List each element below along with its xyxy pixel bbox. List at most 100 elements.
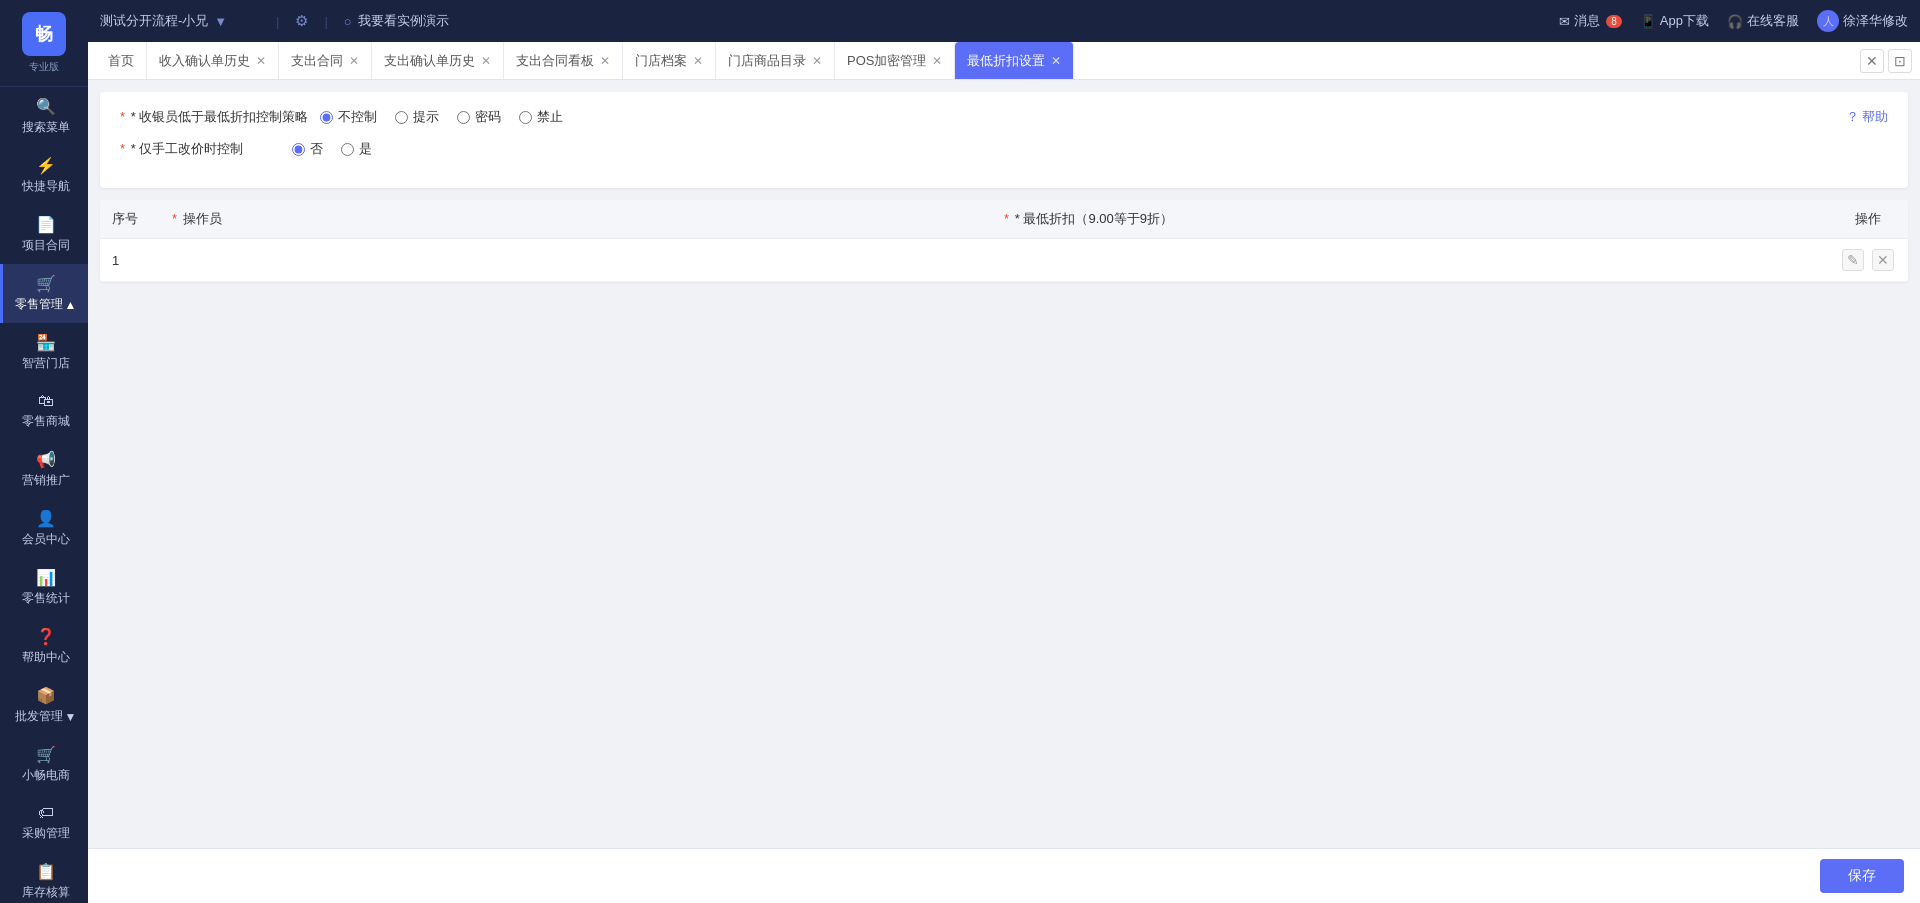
tab-close-all-button[interactable]: ✕ xyxy=(1860,49,1884,73)
radio-no-input[interactable] xyxy=(292,143,305,156)
tabbar-end: ✕ ⊡ xyxy=(1852,49,1912,73)
help-icon: ❓ xyxy=(7,627,84,646)
tab-payout-confirm-close[interactable]: ✕ xyxy=(481,55,491,67)
sidebar-item-inventory-label: 库存核算 xyxy=(7,884,84,901)
chevron-down-icon: ▼ xyxy=(65,710,77,724)
tab-payout-board-close[interactable]: ✕ xyxy=(600,55,610,67)
radio-password[interactable]: 密码 xyxy=(457,108,501,126)
save-button[interactable]: 保存 xyxy=(1820,859,1904,893)
sidebar-item-inventory[interactable]: 📋 库存核算 xyxy=(0,852,88,903)
tab-payout-close[interactable]: ✕ xyxy=(349,55,359,67)
chevron-down-icon: ▼ xyxy=(214,14,227,29)
col-discount-header: * * 最低折扣（9.00等于9折） xyxy=(992,200,1828,239)
discount-strategy-row: * * 收银员低于最低折扣控制策略 不控制 提示 xyxy=(120,108,1846,126)
radio-tip-label: 提示 xyxy=(413,108,439,126)
message-action[interactable]: ✉ 消息 8 xyxy=(1559,12,1622,30)
discount-strategy-options: 不控制 提示 密码 禁 xyxy=(320,108,563,126)
sidebar-item-wholesale[interactable]: 📦 批发管理 ▼ xyxy=(0,676,88,735)
app-download-action[interactable]: 📱 App下载 xyxy=(1640,12,1709,30)
tab-store-file-close[interactable]: ✕ xyxy=(693,55,703,67)
tab-store-product-close[interactable]: ✕ xyxy=(812,55,822,67)
project-icon: 📄 xyxy=(7,215,84,234)
sidebar-item-shortcut[interactable]: ⚡ 快捷导航 xyxy=(0,146,88,205)
sidebar-item-ecommerce[interactable]: 🛒 小畅电商 xyxy=(0,735,88,794)
inventory-icon: 📋 xyxy=(7,862,84,881)
message-label: 消息 xyxy=(1574,12,1600,30)
search-icon: 🔍 xyxy=(7,97,84,116)
topbar-separator: | xyxy=(276,14,279,29)
smart-store-icon: 🏪 xyxy=(7,333,84,352)
tab-income-close[interactable]: ✕ xyxy=(256,55,266,67)
topbar-right: ✉ 消息 8 📱 App下载 🎧 在线客服 人 徐泽华修改 xyxy=(1559,10,1908,32)
sidebar-item-smart-store[interactable]: 🏪 智营门店 xyxy=(0,323,88,382)
discount-input[interactable] xyxy=(1004,253,1816,268)
tab-payout-confirm[interactable]: 支出确认单历史 ✕ xyxy=(372,42,504,80)
retail-stat-icon: 📊 xyxy=(7,568,84,587)
sidebar-item-member[interactable]: 👤 会员中心 xyxy=(0,499,88,558)
table-header-row: 序号 * 操作员 * * 最低折扣（9.00等于9折） 操作 xyxy=(100,200,1908,239)
tab-home[interactable]: 首页 xyxy=(96,42,147,80)
sidebar: 畅 专业版 🔍 搜索菜单 ⚡ 快捷导航 📄 项目合同 🛒 零售管理 ▲ 🏪 智营… xyxy=(0,0,88,903)
sidebar-item-retail-stat[interactable]: 📊 零售统计 xyxy=(0,558,88,617)
tab-store-file[interactable]: 门店档案 ✕ xyxy=(623,42,716,80)
operator-input[interactable] xyxy=(172,253,980,268)
tab-pos[interactable]: POS加密管理 ✕ xyxy=(835,42,955,80)
radio-password-input[interactable] xyxy=(457,111,470,124)
table-row: 1 ✎ ✕ xyxy=(100,239,1908,282)
topbar: 测试分开流程-小兄 ▼ | ⚙ | ○ 我要看实例演示 ✉ 消息 8 📱 App… xyxy=(88,0,1920,42)
radio-password-label: 密码 xyxy=(475,108,501,126)
radio-none-label: 不控制 xyxy=(338,108,377,126)
user-action[interactable]: 人 徐泽华修改 xyxy=(1817,10,1908,32)
radio-yes[interactable]: 是 xyxy=(341,140,372,158)
logo-text: 专业版 xyxy=(8,60,80,74)
radio-forbid-input[interactable] xyxy=(519,111,532,124)
row-operator[interactable] xyxy=(160,239,992,282)
sidebar-item-member-label: 会员中心 xyxy=(7,531,84,548)
message-badge: 8 xyxy=(1606,15,1622,28)
sidebar-item-project[interactable]: 📄 项目合同 xyxy=(0,205,88,264)
topbar-project-title: 测试分开流程-小兄 ▼ xyxy=(100,12,260,30)
settings-form-card: * * 收银员低于最低折扣控制策略 不控制 提示 xyxy=(100,92,1908,188)
delete-button[interactable]: ✕ xyxy=(1872,249,1894,271)
message-icon: ✉ xyxy=(1559,14,1570,29)
topbar-separator2: | xyxy=(324,14,327,29)
app-logo: 畅 专业版 xyxy=(0,0,88,87)
retail-mall-icon: 🛍 xyxy=(7,392,84,410)
radio-none[interactable]: 不控制 xyxy=(320,108,377,126)
table-scroll[interactable]: 序号 * 操作员 * * 最低折扣（9.00等于9折） 操作 xyxy=(100,200,1908,282)
radio-tip-input[interactable] xyxy=(395,111,408,124)
radio-forbid[interactable]: 禁止 xyxy=(519,108,563,126)
tab-discount-label: 最低折扣设置 xyxy=(967,52,1045,70)
tab-discount-close[interactable]: ✕ xyxy=(1051,55,1061,67)
sidebar-item-purchase[interactable]: 🏷 采购管理 xyxy=(0,794,88,852)
radio-tip[interactable]: 提示 xyxy=(395,108,439,126)
tab-discount[interactable]: 最低折扣设置 ✕ xyxy=(955,42,1074,80)
row-discount[interactable] xyxy=(992,239,1828,282)
radio-none-input[interactable] xyxy=(320,111,333,124)
help-link[interactable]: ？ 帮助 xyxy=(1846,108,1888,126)
sidebar-item-search[interactable]: 🔍 搜索菜单 xyxy=(0,87,88,146)
sidebar-item-marketing[interactable]: 📢 营销推广 xyxy=(0,440,88,499)
retail-icon: 🛒 xyxy=(7,274,84,293)
sidebar-item-help[interactable]: ❓ 帮助中心 xyxy=(0,617,88,676)
demo-link[interactable]: ○ 我要看实例演示 xyxy=(344,12,449,30)
sidebar-item-retail-mall[interactable]: 🛍 零售商城 xyxy=(0,382,88,440)
required-star: * xyxy=(120,109,125,124)
radio-no[interactable]: 否 xyxy=(292,140,323,158)
discount-strategy-label: * * 收银员低于最低折扣控制策略 xyxy=(120,108,308,126)
tab-payout[interactable]: 支出合同 ✕ xyxy=(279,42,372,80)
tab-expand-button[interactable]: ⊡ xyxy=(1888,49,1912,73)
edit-button[interactable]: ✎ xyxy=(1842,249,1864,271)
sidebar-item-retail[interactable]: 🛒 零售管理 ▲ xyxy=(0,264,88,323)
sidebar-item-wholesale-label: 批发管理 xyxy=(15,708,63,725)
topbar-settings-icon[interactable]: ⚙ xyxy=(295,12,308,30)
online-service-action[interactable]: 🎧 在线客服 xyxy=(1727,12,1799,30)
tab-store-product-label: 门店商品目录 xyxy=(728,52,806,70)
tab-income[interactable]: 收入确认单历史 ✕ xyxy=(147,42,279,80)
user-avatar: 人 xyxy=(1817,10,1839,32)
tab-payout-board[interactable]: 支出合同看板 ✕ xyxy=(504,42,623,80)
help-label: 帮助 xyxy=(1862,108,1888,126)
tab-store-product[interactable]: 门店商品目录 ✕ xyxy=(716,42,835,80)
tab-pos-close[interactable]: ✕ xyxy=(932,55,942,67)
radio-yes-input[interactable] xyxy=(341,143,354,156)
